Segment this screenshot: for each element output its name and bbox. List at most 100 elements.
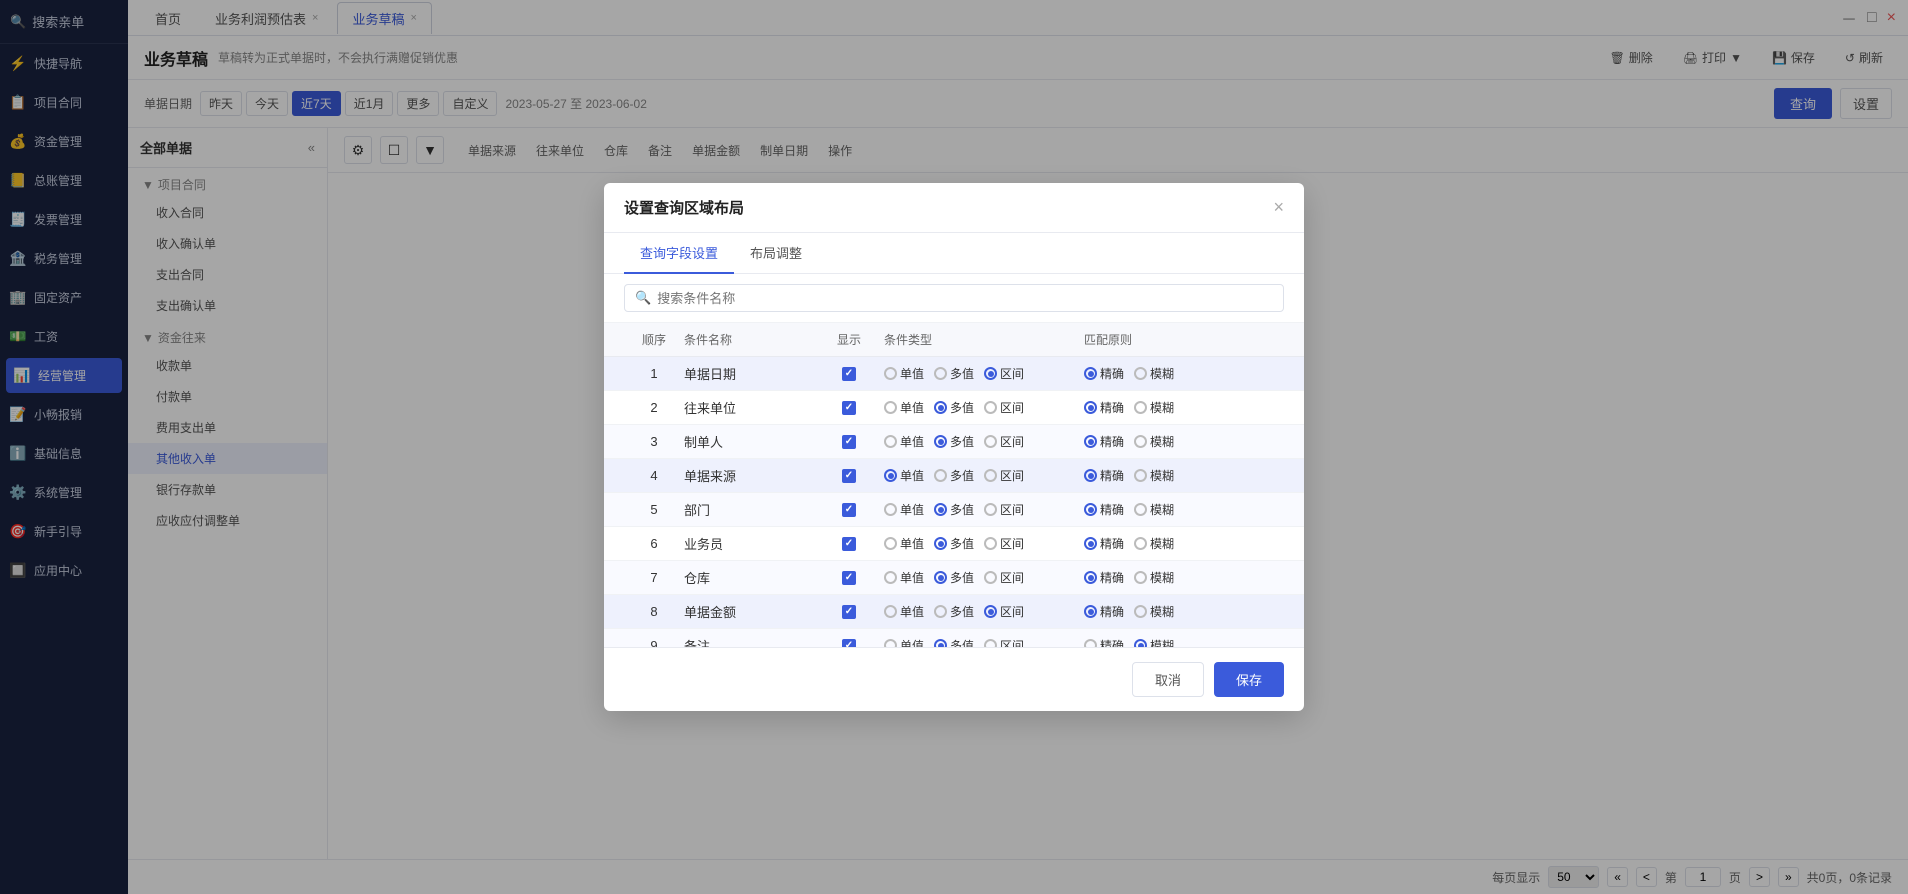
dialog-row-1: 1 单据日期 单值 多值 区间 精确 [604,357,1304,391]
match-exact-3[interactable]: 精确 [1084,433,1124,450]
match-radio-group-6: 精确 模糊 [1084,535,1284,552]
type-range-7[interactable]: 区间 [984,569,1024,586]
match-fuzzy-6[interactable]: 模糊 [1134,535,1174,552]
row-name-9: 备注 [684,636,814,647]
row-type-2: 单值 多值 区间 [884,399,1084,416]
tab-field-settings[interactable]: 查询字段设置 [624,233,734,274]
type-radio-group-6: 单值 多值 区间 [884,535,1084,552]
type-radio-group-1: 单值 多值 区间 [884,365,1084,382]
type-single-8[interactable]: 单值 [884,603,924,620]
match-fuzzy-1[interactable]: 模糊 [1134,365,1174,382]
row-type-9: 单值 多值 区间 [884,637,1084,647]
row-show-9 [814,639,884,648]
match-fuzzy-4[interactable]: 模糊 [1134,467,1174,484]
type-range-5[interactable]: 区间 [984,501,1024,518]
match-exact-5[interactable]: 精确 [1084,501,1124,518]
match-radio-group-4: 精确 模糊 [1084,467,1284,484]
condition-search-input[interactable] [657,291,1273,306]
dialog-tabs: 查询字段设置 布局调整 [604,233,1304,274]
type-multi-4[interactable]: 多值 [934,467,974,484]
type-multi-7[interactable]: 多值 [934,569,974,586]
match-fuzzy-3[interactable]: 模糊 [1134,433,1174,450]
show-checkbox-4[interactable] [842,469,856,483]
type-radio-group-8: 单值 多值 区间 [884,603,1084,620]
type-multi-6[interactable]: 多值 [934,535,974,552]
type-range-2[interactable]: 区间 [984,399,1024,416]
type-single-9[interactable]: 单值 [884,637,924,647]
show-checkbox-6[interactable] [842,537,856,551]
show-checkbox-7[interactable] [842,571,856,585]
row-order-5: 5 [624,502,684,517]
type-multi-5[interactable]: 多值 [934,501,974,518]
type-range-3[interactable]: 区间 [984,433,1024,450]
row-match-7: 精确 模糊 [1084,569,1284,586]
row-show-5 [814,503,884,517]
match-exact-2[interactable]: 精确 [1084,399,1124,416]
dialog-row-5: 5 部门 单值 多值 区间 精确 模 [604,493,1304,527]
type-radio-group-4: 单值 多值 区间 [884,467,1084,484]
type-range-8[interactable]: 区间 [984,603,1024,620]
type-multi-3[interactable]: 多值 [934,433,974,450]
show-checkbox-1[interactable] [842,367,856,381]
match-fuzzy-9[interactable]: 模糊 [1134,637,1174,647]
type-range-9[interactable]: 区间 [984,637,1024,647]
row-order-8: 8 [624,604,684,619]
type-multi-9[interactable]: 多值 [934,637,974,647]
tab-layout-adjust[interactable]: 布局调整 [734,233,818,274]
type-single-7[interactable]: 单值 [884,569,924,586]
match-fuzzy-7[interactable]: 模糊 [1134,569,1174,586]
row-order-1: 1 [624,366,684,381]
row-show-2 [814,401,884,415]
dialog-row-6: 6 业务员 单值 多值 区间 精确 [604,527,1304,561]
match-exact-7[interactable]: 精确 [1084,569,1124,586]
dialog-table-body: 1 单据日期 单值 多值 区间 精确 [604,357,1304,647]
row-order-3: 3 [624,434,684,449]
row-match-6: 精确 模糊 [1084,535,1284,552]
save-button[interactable]: 保存 [1214,662,1284,697]
type-multi-8[interactable]: 多值 [934,603,974,620]
row-order-9: 9 [624,638,684,647]
row-match-9: 精确 模糊 [1084,637,1284,647]
match-radio-group-1: 精确 模糊 [1084,365,1284,382]
type-single-1[interactable]: 单值 [884,365,924,382]
type-range-1[interactable]: 区间 [984,365,1024,382]
col-header-type: 条件类型 [884,331,1084,348]
type-single-6[interactable]: 单值 [884,535,924,552]
match-exact-8[interactable]: 精确 [1084,603,1124,620]
type-single-4[interactable]: 单值 [884,467,924,484]
row-show-8 [814,605,884,619]
search-wrapper: 🔍 [624,284,1284,312]
show-checkbox-8[interactable] [842,605,856,619]
type-range-6[interactable]: 区间 [984,535,1024,552]
match-exact-4[interactable]: 精确 [1084,467,1124,484]
dialog-table-header: 顺序 条件名称 显示 条件类型 匹配原则 [604,323,1304,357]
type-single-3[interactable]: 单值 [884,433,924,450]
type-multi-2[interactable]: 多值 [934,399,974,416]
dialog-footer: 取消 保存 [604,647,1304,711]
row-show-6 [814,537,884,551]
dialog-close-button[interactable]: × [1273,197,1284,218]
dialog-row-8: 8 单据金额 单值 多值 区间 精确 [604,595,1304,629]
type-radio-group-9: 单值 多值 区间 [884,637,1084,647]
match-exact-6[interactable]: 精确 [1084,535,1124,552]
match-exact-9[interactable]: 精确 [1084,637,1124,647]
type-range-4[interactable]: 区间 [984,467,1024,484]
match-radio-group-8: 精确 模糊 [1084,603,1284,620]
type-multi-1[interactable]: 多值 [934,365,974,382]
show-checkbox-3[interactable] [842,435,856,449]
match-fuzzy-2[interactable]: 模糊 [1134,399,1174,416]
row-name-2: 往来单位 [684,398,814,417]
match-fuzzy-5[interactable]: 模糊 [1134,501,1174,518]
row-name-7: 仓库 [684,568,814,587]
row-name-3: 制单人 [684,432,814,451]
match-fuzzy-8[interactable]: 模糊 [1134,603,1174,620]
row-name-6: 业务员 [684,534,814,553]
show-checkbox-9[interactable] [842,639,856,648]
match-exact-1[interactable]: 精确 [1084,365,1124,382]
show-checkbox-5[interactable] [842,503,856,517]
modal-overlay: 设置查询区域布局 × 查询字段设置 布局调整 🔍 顺序 条件名称 显示 条件类型… [0,0,1908,894]
show-checkbox-2[interactable] [842,401,856,415]
cancel-button[interactable]: 取消 [1132,662,1204,697]
type-single-2[interactable]: 单值 [884,399,924,416]
type-single-5[interactable]: 单值 [884,501,924,518]
